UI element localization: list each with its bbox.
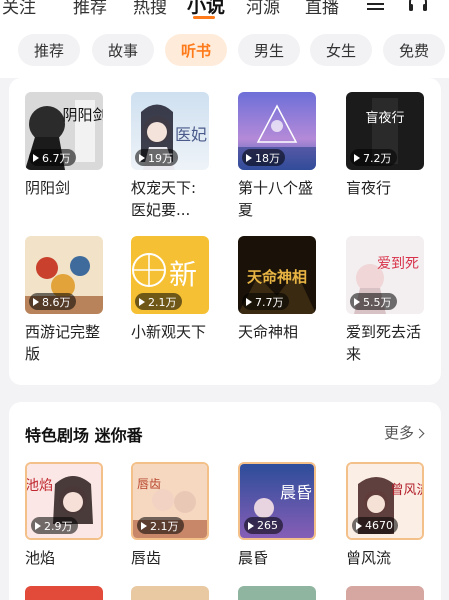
play-count-badge: 7.2万 bbox=[350, 149, 397, 166]
book-cover: 阴阳剑 6.7万 bbox=[25, 92, 103, 170]
cover-text: 晨昏 bbox=[280, 483, 312, 502]
active-tab-indicator bbox=[193, 16, 215, 19]
audiobook-grid: 阴阳剑 6.7万 阴阳剑 医妃 19万 权宠天下:医妃要... 18万 第十八个… bbox=[9, 78, 441, 385]
chip-audiobook[interactable]: 听书 bbox=[165, 34, 227, 66]
menu-icon[interactable] bbox=[367, 0, 384, 10]
book-title: 小新观天下 bbox=[131, 323, 207, 341]
tab-live[interactable]: 直播 bbox=[305, 0, 339, 18]
play-count-badge: 7.7万 bbox=[242, 293, 289, 310]
drama-title: 池焰 bbox=[25, 549, 56, 567]
chip-female[interactable]: 女生 bbox=[310, 34, 372, 66]
play-icon bbox=[354, 153, 360, 162]
next-row-cover[interactable] bbox=[346, 586, 424, 600]
cover-text: 爱到死 bbox=[377, 256, 419, 272]
book-title: 阴阳剑 bbox=[25, 179, 71, 197]
play-icon bbox=[354, 297, 360, 306]
category-bar: 推荐 故事 听书 男生 女生 免费 bbox=[0, 22, 449, 78]
cover-text: 医妃 bbox=[175, 125, 207, 144]
book-cover: 18万 bbox=[238, 92, 316, 170]
chip-male[interactable]: 男生 bbox=[238, 34, 300, 66]
play-count-badge: 265 bbox=[244, 517, 283, 534]
cover-text: 新 bbox=[169, 258, 197, 291]
next-row-cover[interactable] bbox=[25, 586, 103, 600]
play-icon bbox=[139, 297, 145, 306]
tab-recommend[interactable]: 推荐 bbox=[73, 0, 107, 18]
drama-cover: 晨昏 265 bbox=[238, 462, 316, 540]
drama-cover: 曾风流 4670 bbox=[346, 462, 424, 540]
top-nav: 关注 推荐 热搜 小说 河源 直播 bbox=[0, 0, 449, 22]
book-cover: 医妃 19万 bbox=[131, 92, 209, 170]
cover-text: 唇齿 bbox=[137, 477, 161, 491]
play-icon bbox=[33, 153, 39, 162]
drama-title: 唇齿 bbox=[131, 549, 162, 567]
next-row-cover[interactable] bbox=[238, 586, 316, 600]
chip-recommend[interactable]: 推荐 bbox=[18, 34, 80, 66]
play-count-badge: 2.1万 bbox=[137, 517, 184, 534]
play-count-badge: 8.6万 bbox=[29, 293, 76, 310]
cover-text: 池焰 bbox=[27, 478, 53, 494]
book-cover: 新 2.1万 bbox=[131, 236, 209, 314]
play-count-badge: 2.1万 bbox=[135, 293, 182, 310]
book-title: 爱到死去活来 bbox=[346, 323, 422, 363]
play-count-badge: 19万 bbox=[135, 149, 178, 166]
tab-heyuan[interactable]: 河源 bbox=[246, 0, 280, 18]
play-icon bbox=[356, 521, 362, 530]
drama-title: 晨昏 bbox=[238, 549, 269, 567]
chip-free[interactable]: 免费 bbox=[383, 34, 445, 66]
play-icon bbox=[246, 153, 252, 162]
book-title: 西游记完整版 bbox=[25, 323, 101, 363]
book-title: 盲夜行 bbox=[346, 179, 392, 197]
play-icon bbox=[246, 297, 252, 306]
play-count-badge: 6.7万 bbox=[29, 149, 76, 166]
play-count-badge: 18万 bbox=[242, 149, 285, 166]
play-count-badge: 2.9万 bbox=[31, 517, 78, 534]
tab-follow[interactable]: 关注 bbox=[2, 0, 36, 18]
cover-text: 阴阳剑 bbox=[62, 106, 103, 124]
book-cover: 爱到死 5.5万 bbox=[346, 236, 424, 314]
chip-story[interactable]: 故事 bbox=[92, 34, 154, 66]
book-title: 第十八个盛夏 bbox=[238, 179, 314, 219]
book-cover: 盲夜行 7.2万 bbox=[346, 92, 424, 170]
book-cover: 天命神相 7.7万 bbox=[238, 236, 316, 314]
featured-theater-section: 特色剧场 迷你番 更多 池焰 2.9万 池焰 唇齿 2.1万 唇齿 晨昏 265… bbox=[9, 402, 441, 600]
drama-title: 曾风流 bbox=[346, 549, 392, 567]
play-icon bbox=[139, 153, 145, 162]
play-count-badge: 4670 bbox=[352, 517, 398, 534]
more-link[interactable]: 更多 bbox=[384, 422, 425, 443]
tab-hot-search[interactable]: 热搜 bbox=[133, 0, 167, 18]
book-cover: 8.6万 bbox=[25, 236, 103, 314]
play-icon bbox=[141, 521, 147, 530]
play-count-badge: 5.5万 bbox=[350, 293, 397, 310]
play-icon bbox=[33, 297, 39, 306]
play-icon bbox=[35, 521, 41, 530]
book-title: 天命神相 bbox=[238, 323, 299, 341]
cover-text: 天命神相 bbox=[247, 268, 307, 286]
cover-text: 盲夜行 bbox=[365, 110, 404, 126]
drama-cover: 池焰 2.9万 bbox=[25, 462, 103, 540]
play-icon bbox=[248, 521, 254, 530]
drama-cover: 唇齿 2.1万 bbox=[131, 462, 209, 540]
headphone-icon[interactable] bbox=[407, 0, 429, 12]
next-row-cover[interactable] bbox=[131, 586, 209, 600]
chevron-right-icon bbox=[414, 428, 425, 439]
section-title: 特色剧场 迷你番 bbox=[25, 426, 143, 445]
cover-text: 曾风流 bbox=[390, 483, 424, 498]
book-title: 权宠天下:医妃要... bbox=[131, 179, 197, 219]
